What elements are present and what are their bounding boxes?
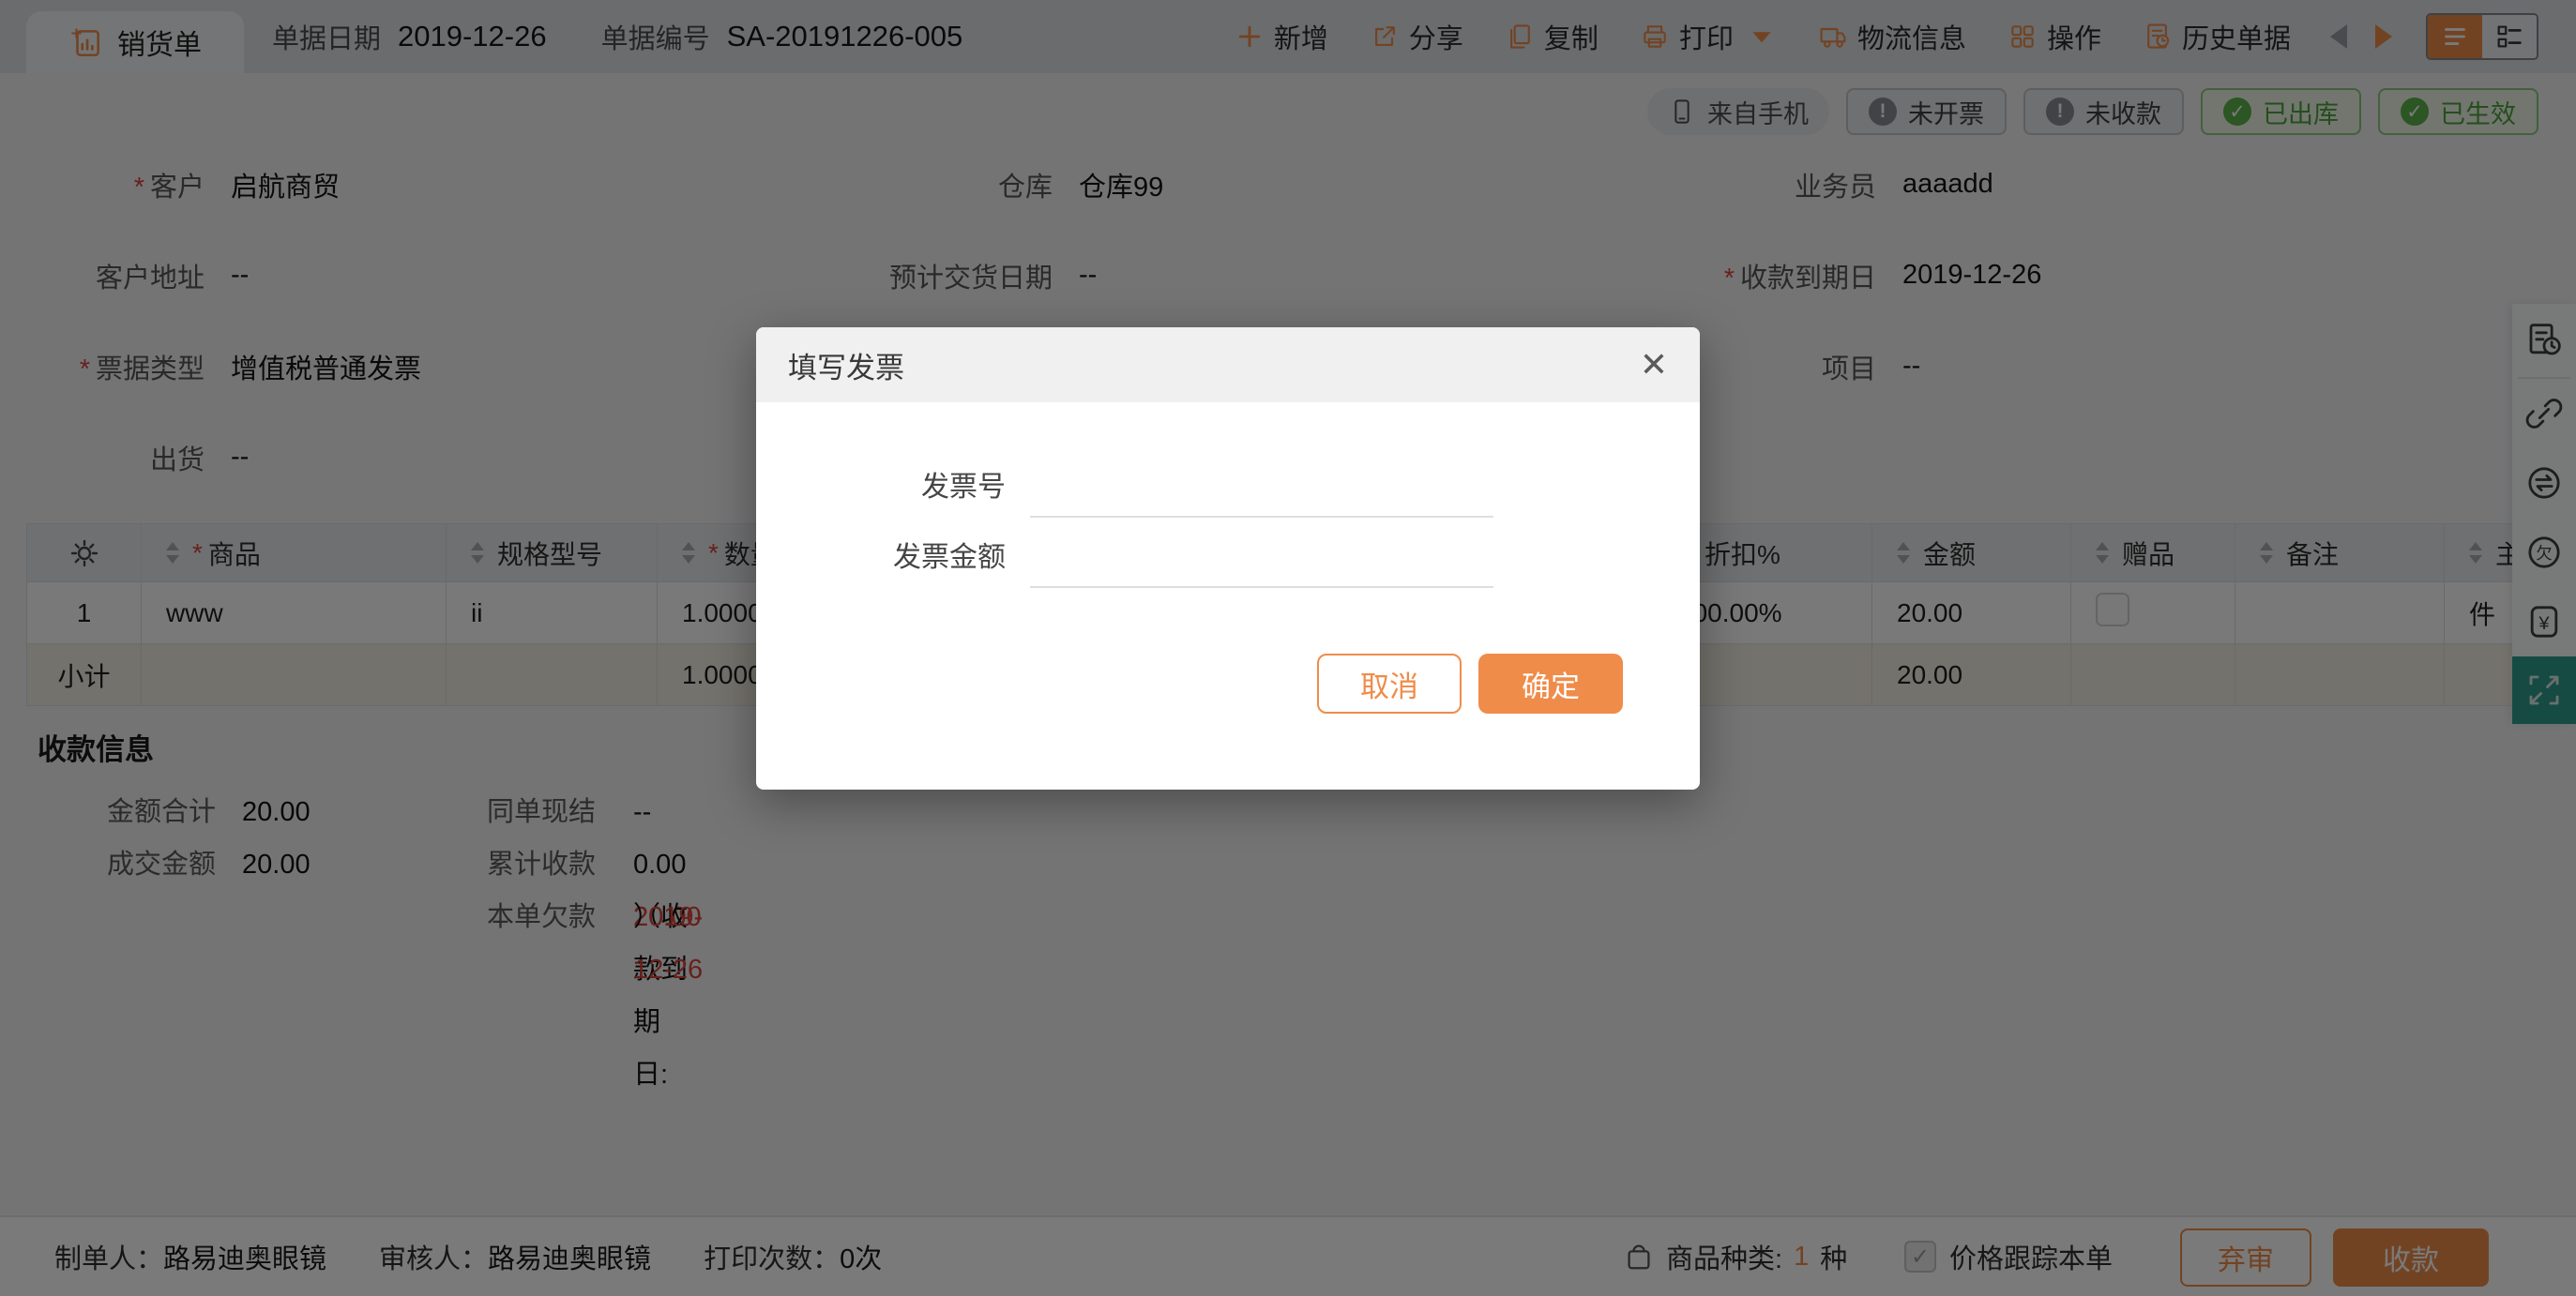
invoice-no-label: 发票号 — [921, 472, 1006, 503]
invoice-amount-label: 发票金额 — [893, 542, 1006, 573]
fill-invoice-dialog: 填写发票 ✕ 发票号 发票金额 取消 确定 — [756, 327, 1700, 790]
invoice-no-input[interactable] — [1030, 475, 1493, 518]
close-icon[interactable]: ✕ — [1640, 348, 1668, 382]
cancel-button[interactable]: 取消 — [1317, 654, 1462, 714]
dialog-header: 填写发票 ✕ — [756, 327, 1700, 402]
confirm-button[interactable]: 确定 — [1478, 654, 1623, 714]
dialog-title: 填写发票 — [788, 351, 904, 384]
invoice-amount-input[interactable] — [1030, 545, 1493, 588]
